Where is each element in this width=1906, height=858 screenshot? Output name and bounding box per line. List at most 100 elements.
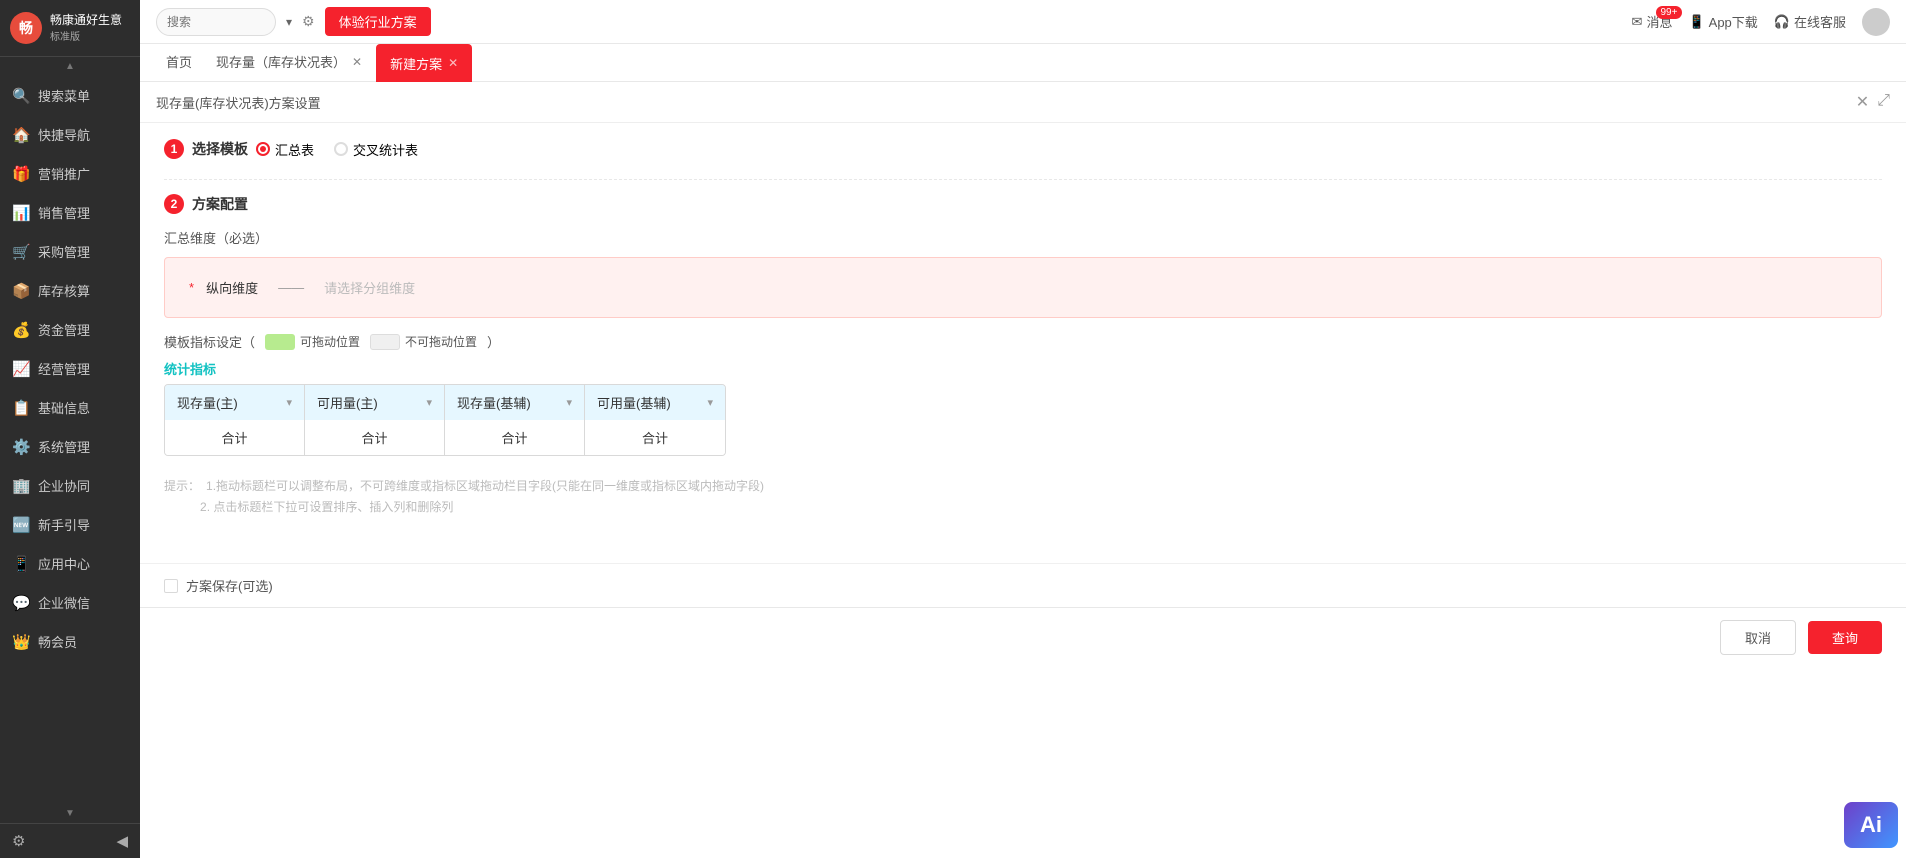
sidebar-item-inventory[interactable]: 📦 库存核算: [0, 271, 140, 310]
template-radio-group: 汇总表 交叉统计表: [256, 140, 418, 159]
radio-cross[interactable]: 交叉统计表: [334, 140, 418, 159]
sidebar-scroll-up[interactable]: ▲: [0, 57, 140, 76]
tip-num-1: [164, 498, 194, 515]
tips-section: 提示： 1.拖动标题栏可以调整布局，不可跨维度或指标区域拖动栏目字段(只能在同一…: [164, 469, 1882, 527]
sidebar-operations-label: 经营管理: [38, 359, 90, 378]
fixed-box: [370, 334, 400, 350]
tab-home[interactable]: 首页: [156, 44, 202, 82]
col-header-0-label: 现存量(主): [177, 393, 238, 412]
tabs-bar: 首页 现存量（库存状况表） ✕ 新建方案 ✕: [140, 44, 1906, 82]
col-header-1-chevron[interactable]: ▾: [426, 396, 432, 409]
required-dimension-area: * 纵向维度 —— 请选择分组维度: [164, 257, 1882, 318]
col-header-2: 现存量(基辅) ▾: [445, 385, 585, 420]
sidebar-item-basic[interactable]: 📋 基础信息: [0, 388, 140, 427]
notifications-button[interactable]: ✉ 消息 99+: [1632, 12, 1673, 31]
operations-icon: 📈: [12, 360, 30, 378]
system-icon: ⚙️: [12, 438, 30, 456]
phone-icon: 📱: [1688, 14, 1704, 30]
tab-inventory[interactable]: 现存量（库存状况表） ✕: [202, 44, 376, 82]
enterprise-icon: 🏢: [12, 477, 30, 495]
col-header-1: 可用量(主) ▾: [305, 385, 445, 420]
gift-icon: 🎁: [12, 165, 30, 183]
app-name: 畅康通好生意: [50, 13, 122, 29]
tab-home-label: 首页: [166, 52, 192, 71]
template-config-row: 模板指标设定（ 可拖动位置 不可拖动位置 ）: [164, 332, 1882, 351]
topbar-left: ▾ ⚙ 体验行业方案: [156, 7, 431, 36]
sidebar-item-apps[interactable]: 📱 应用中心: [0, 544, 140, 583]
sidebar-item-quicknav[interactable]: 🏠 快捷导航: [0, 115, 140, 154]
sidebar-apps-label: 应用中心: [38, 554, 90, 573]
sidebar-item-operations[interactable]: 📈 经营管理: [0, 349, 140, 388]
cancel-button[interactable]: 取消: [1720, 620, 1796, 655]
sidebar-newbie-label: 新手引导: [38, 515, 90, 534]
fixed-label: 不可拖动位置: [405, 333, 477, 350]
sidebar: 畅 畅康通好生意 标准版 ▲ 🔍 搜索菜单 🏠 快捷导航 🎁 营销推广 📊 销售…: [0, 0, 140, 858]
step1-label: 选择模板: [192, 139, 248, 159]
step1-title: 1 选择模板 汇总表 交叉统计表: [164, 139, 1882, 159]
sidebar-finance-label: 资金管理: [38, 320, 90, 339]
tip-item-1: 2. 点击标题栏下拉可设置排序、插入列和删除列: [164, 498, 1882, 515]
sidebar-item-marketing[interactable]: 🎁 营销推广: [0, 154, 140, 193]
stats-section: 统计指标 现存量(主) ▾ 可用量(主) ▾: [164, 359, 1882, 459]
query-button[interactable]: 查询: [1808, 621, 1882, 654]
search-input[interactable]: [156, 8, 276, 36]
ai-badge[interactable]: Ai: [1844, 802, 1898, 848]
app-download-button[interactable]: 📱 App下载: [1688, 12, 1757, 31]
topbar: ▾ ⚙ 体验行业方案 ✉ 消息 99+ 📱 App下载 🎧 在线客服: [140, 0, 1906, 44]
save-checkbox[interactable]: [164, 579, 178, 593]
headset-icon: 🎧: [1774, 14, 1790, 30]
col-cell-1-label: 合计: [361, 431, 387, 446]
col-header-3-chevron[interactable]: ▾: [707, 396, 713, 409]
col-cell-1: 合计: [305, 420, 445, 455]
collapse-icon[interactable]: ◀: [116, 832, 128, 850]
col-header-2-chevron[interactable]: ▾: [566, 396, 572, 409]
sidebar-item-wechat[interactable]: 💬 企业微信: [0, 583, 140, 622]
sidebar-item-system[interactable]: ⚙️ 系统管理: [0, 427, 140, 466]
sidebar-nav: 🔍 搜索菜单 🏠 快捷导航 🎁 营销推广 📊 销售管理 🛒 采购管理 📦 库存核…: [0, 76, 140, 804]
settings-icon[interactable]: ⚙: [12, 832, 25, 850]
tab-new-plan[interactable]: 新建方案 ✕: [376, 44, 472, 82]
sidebar-system-label: 系统管理: [38, 437, 90, 456]
user-avatar[interactable]: [1862, 8, 1890, 36]
close-icon[interactable]: ✕: [1856, 92, 1869, 112]
col-cell-2: 合计: [445, 420, 585, 455]
sidebar-scroll-down[interactable]: ▼: [0, 804, 140, 823]
home-icon: 🏠: [12, 126, 30, 144]
tab-new-plan-close[interactable]: ✕: [448, 56, 458, 70]
step1-section: 1 选择模板 汇总表 交叉统计表: [164, 139, 1882, 159]
radio-cross-dot: [334, 142, 348, 156]
col-header-0: 现存量(主) ▾: [165, 385, 305, 420]
summary-dimension-label: 汇总维度（必选）: [164, 228, 1882, 247]
gear-icon[interactable]: ⚙: [302, 13, 315, 30]
sidebar-item-member[interactable]: 👑 畅会员: [0, 622, 140, 661]
step2-section: 2 方案配置 汇总维度（必选） * 纵向维度 —— 请选择分组维度: [164, 194, 1882, 527]
sidebar-item-enterprise[interactable]: 🏢 企业协同: [0, 466, 140, 505]
wechat-icon: 💬: [12, 594, 30, 612]
sidebar-item-search[interactable]: 🔍 搜索菜单: [0, 76, 140, 115]
radio-summary[interactable]: 汇总表: [256, 140, 314, 159]
logo-icon: 畅: [10, 12, 42, 44]
sidebar-item-purchase[interactable]: 🛒 采购管理: [0, 232, 140, 271]
sidebar-search-label: 搜索菜单: [38, 86, 90, 105]
movable-indicator: 可拖动位置: [265, 333, 360, 350]
tab-inventory-close[interactable]: ✕: [352, 55, 362, 69]
sidebar-item-finance[interactable]: 💰 资金管理: [0, 310, 140, 349]
sidebar-footer: ⚙ ◀: [0, 823, 140, 858]
step2-badge: 2: [164, 194, 184, 214]
expand-icon[interactable]: ⤢: [1877, 92, 1890, 112]
col-header-2-label: 现存量(基辅): [457, 393, 531, 412]
dimension-placeholder: 请选择分组维度: [324, 278, 415, 297]
col-header-0-chevron[interactable]: ▾: [286, 396, 292, 409]
finance-icon: 💰: [12, 321, 30, 339]
tip-text-1: 2. 点击标题栏下拉可设置排序、插入列和删除列: [200, 498, 453, 515]
topbar-dropdown[interactable]: ▾: [286, 15, 292, 29]
sidebar-item-newbie[interactable]: 🆕 新手引导: [0, 505, 140, 544]
newbie-icon: 🆕: [12, 516, 30, 534]
sidebar-item-sales[interactable]: 📊 销售管理: [0, 193, 140, 232]
online-service-button[interactable]: 🎧 在线客服: [1774, 12, 1846, 31]
divider1: [164, 179, 1882, 180]
vertical-dimension-label: 纵向维度: [206, 278, 258, 297]
movable-box: [265, 334, 295, 350]
col-header-3-label: 可用量(基辅): [597, 393, 671, 412]
trial-button[interactable]: 体验行业方案: [325, 7, 431, 36]
